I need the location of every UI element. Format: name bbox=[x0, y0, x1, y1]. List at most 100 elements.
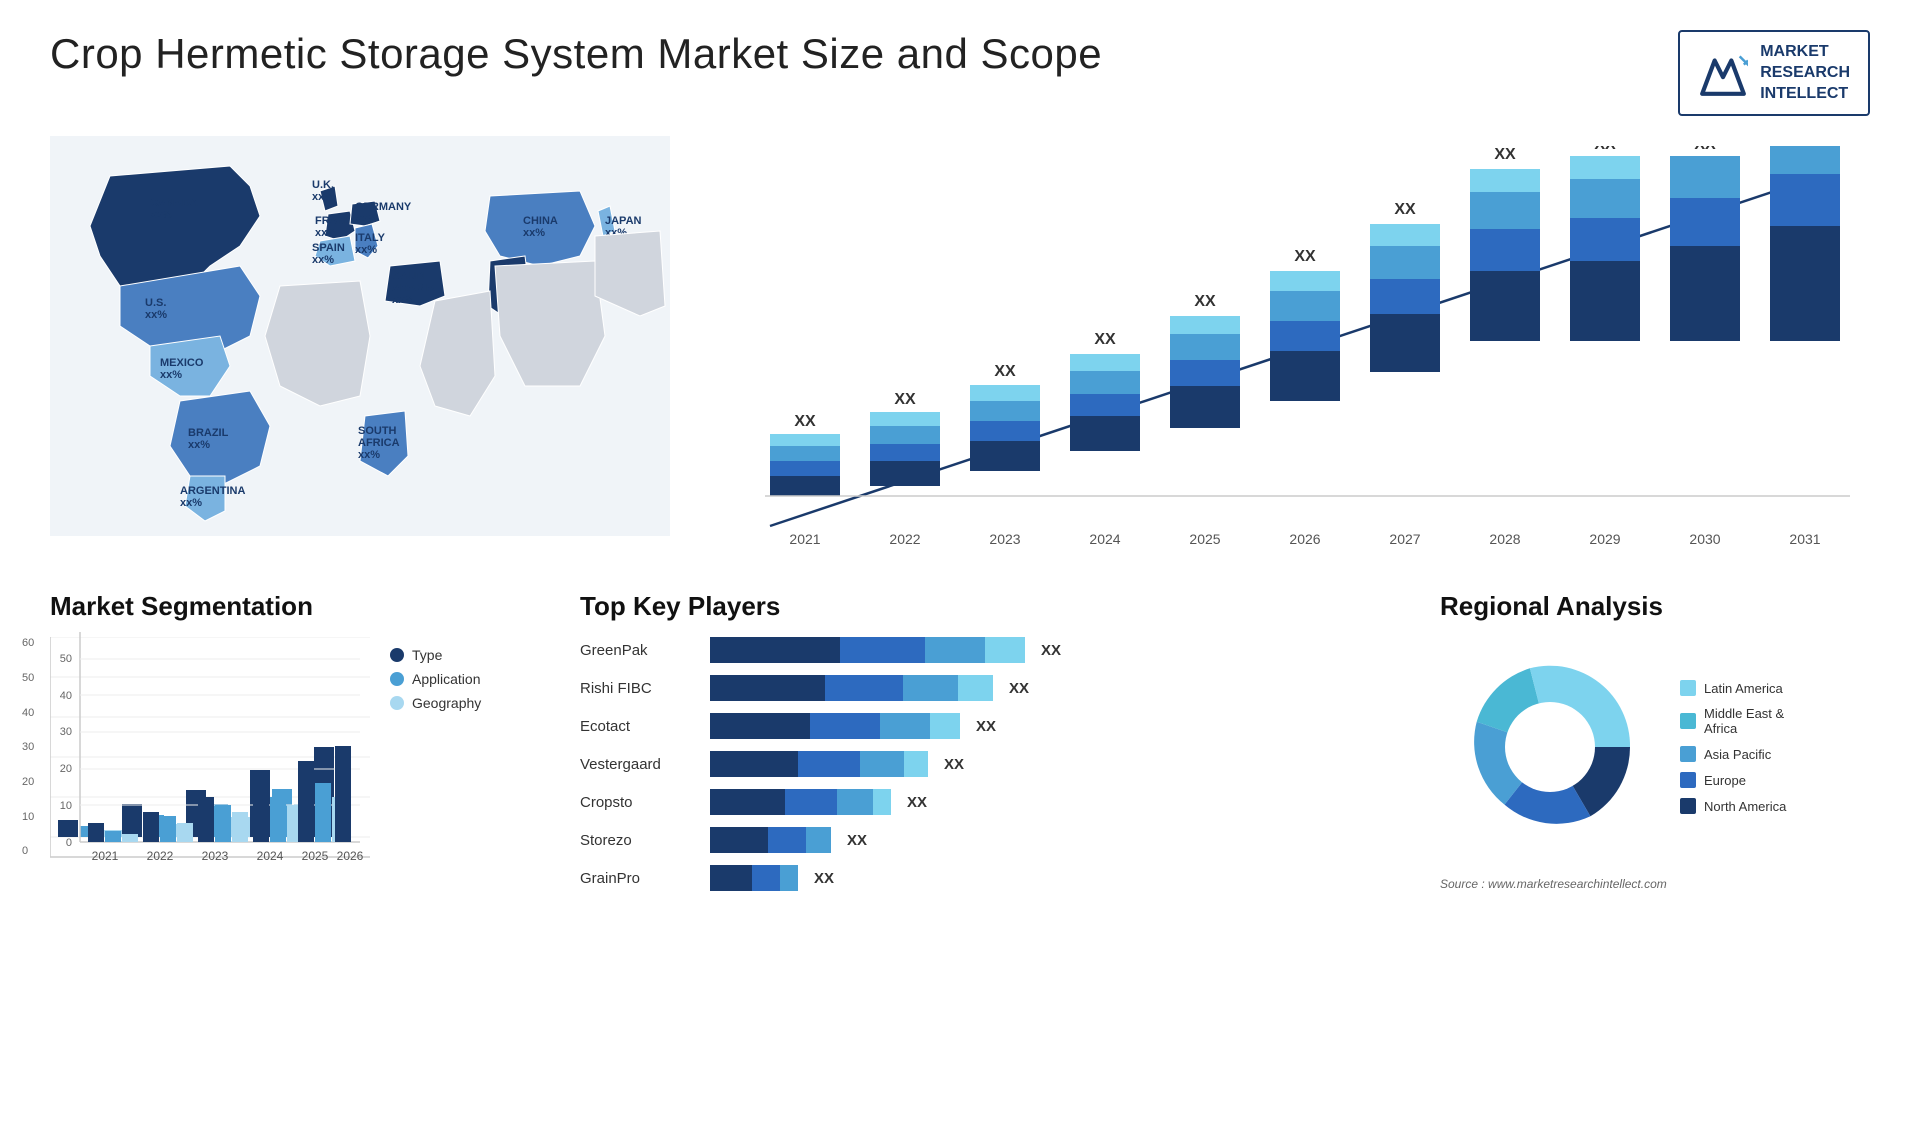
svg-text:BRAZIL: BRAZIL bbox=[188, 427, 229, 439]
svg-text:xx%: xx% bbox=[160, 369, 182, 381]
player-row-ecotact: Ecotact XX bbox=[580, 713, 1410, 739]
player-row-rishi: Rishi FIBC XX bbox=[580, 675, 1410, 701]
source-text: Source : www.marketresearchintellect.com bbox=[1440, 877, 1870, 891]
player-name-ecotact: Ecotact bbox=[580, 718, 700, 735]
svg-text:30: 30 bbox=[60, 726, 72, 738]
key-players-section: Top Key Players GreenPak XX bbox=[560, 591, 1410, 891]
svg-text:xx%: xx% bbox=[180, 497, 202, 509]
player-row-vestergaard: Vestergaard XX bbox=[580, 751, 1410, 777]
donut-container: Latin America Middle East &Africa Asia P… bbox=[1440, 637, 1870, 857]
player-bar-cropsto: XX bbox=[710, 789, 927, 815]
player-xx-cropsto: XX bbox=[907, 794, 927, 811]
page-container: Crop Hermetic Storage System Market Size… bbox=[0, 0, 1920, 1146]
legend-latin-america: Latin America bbox=[1680, 680, 1786, 696]
legend-ap-color bbox=[1680, 746, 1696, 762]
legend-type-label: Type bbox=[412, 647, 442, 663]
svg-text:2021: 2021 bbox=[92, 849, 119, 863]
growth-chart-svg: XX 2021 XX 2022 XX 2023 bbox=[690, 146, 1870, 566]
donut-chart-svg bbox=[1440, 637, 1660, 857]
svg-text:SAUDI: SAUDI bbox=[392, 270, 426, 282]
svg-text:2026: 2026 bbox=[337, 849, 364, 863]
world-map-section: CANADA xx% U.S. xx% MEXICO xx% BRAZIL xx… bbox=[50, 136, 670, 571]
segmentation-chart-svg2: 0 10 20 30 40 50 2021 2022 2023 2024 202… bbox=[50, 622, 370, 882]
player-bar-rishi: XX bbox=[710, 675, 1029, 701]
segmentation-title: Market Segmentation bbox=[50, 591, 530, 622]
player-xx-rishi: XX bbox=[1009, 680, 1029, 697]
legend-geo-label: Geography bbox=[412, 695, 481, 711]
header: Crop Hermetic Storage System Market Size… bbox=[50, 30, 1870, 116]
svg-text:SOUTH: SOUTH bbox=[358, 425, 397, 437]
player-row-greenpak: GreenPak XX bbox=[580, 637, 1410, 663]
svg-text:xx%: xx% bbox=[312, 254, 334, 266]
key-players-title: Top Key Players bbox=[580, 591, 1410, 622]
player-row-storezo: Storezo XX bbox=[580, 827, 1410, 853]
svg-text:2026: 2026 bbox=[1289, 531, 1320, 547]
legend-me-label: Middle East &Africa bbox=[1704, 706, 1784, 736]
svg-text:2027: 2027 bbox=[1389, 531, 1420, 547]
regional-title: Regional Analysis bbox=[1440, 591, 1870, 622]
regional-section: Regional Analysis bbox=[1440, 591, 1870, 891]
svg-text:xx%: xx% bbox=[392, 294, 414, 306]
svg-text:SPAIN: SPAIN bbox=[312, 242, 345, 254]
legend-eu-label: Europe bbox=[1704, 773, 1746, 788]
svg-text:10: 10 bbox=[60, 800, 72, 812]
player-name-rishi: Rishi FIBC bbox=[580, 680, 700, 697]
svg-text:20: 20 bbox=[60, 763, 72, 775]
players-list: GreenPak XX Rishi FIBC bbox=[580, 637, 1410, 891]
bar-chart-section: XX 2021 XX 2022 XX 2023 bbox=[690, 136, 1870, 571]
player-bar-greenpak: XX bbox=[710, 637, 1061, 663]
player-name-greenpak: GreenPak bbox=[580, 642, 700, 659]
svg-text:MEXICO: MEXICO bbox=[160, 357, 204, 369]
svg-text:40: 40 bbox=[60, 690, 72, 702]
player-xx-ecotact: XX bbox=[976, 718, 996, 735]
svg-text:XX: XX bbox=[1594, 146, 1616, 153]
legend-na-color bbox=[1680, 798, 1696, 814]
logo-area: MARKET RESEARCH INTELLECT bbox=[1678, 30, 1870, 116]
player-bar-ecotact: XX bbox=[710, 713, 996, 739]
player-bar-vestergaard: XX bbox=[710, 751, 964, 777]
svg-text:2030: 2030 bbox=[1689, 531, 1720, 547]
svg-text:xx%: xx% bbox=[355, 213, 377, 225]
svg-text:XX: XX bbox=[1394, 201, 1416, 218]
player-row-grainpro: GrainPro XX bbox=[580, 865, 1410, 891]
player-name-grainpro: GrainPro bbox=[580, 870, 700, 887]
svg-text:ARGENTINA: ARGENTINA bbox=[180, 485, 245, 497]
legend-application: Application bbox=[390, 671, 481, 687]
svg-text:XX: XX bbox=[794, 413, 816, 430]
legend-type-dot bbox=[390, 648, 404, 662]
legend-asia-pacific: Asia Pacific bbox=[1680, 746, 1786, 762]
legend-middle-east: Middle East &Africa bbox=[1680, 706, 1786, 736]
legend-ap-label: Asia Pacific bbox=[1704, 747, 1771, 762]
svg-text:2024: 2024 bbox=[257, 849, 284, 863]
legend-europe: Europe bbox=[1680, 772, 1786, 788]
svg-text:2029: 2029 bbox=[1589, 531, 1620, 547]
svg-text:2028: 2028 bbox=[1489, 531, 1520, 547]
svg-text:XX: XX bbox=[1094, 331, 1116, 348]
legend-geography: Geography bbox=[390, 695, 481, 711]
svg-text:50: 50 bbox=[60, 653, 72, 665]
svg-text:2022: 2022 bbox=[889, 531, 920, 547]
svg-text:XX: XX bbox=[894, 391, 916, 408]
player-name-cropsto: Cropsto bbox=[580, 794, 700, 811]
svg-text:xx%: xx% bbox=[315, 227, 337, 239]
segmentation-section: Market Segmentation 60 50 40 30 20 10 0 bbox=[50, 591, 530, 891]
svg-text:0: 0 bbox=[66, 837, 72, 849]
svg-text:xx%: xx% bbox=[358, 449, 380, 461]
svg-text:XX: XX bbox=[1294, 248, 1316, 265]
legend-latin-color bbox=[1680, 680, 1696, 696]
svg-text:2023: 2023 bbox=[989, 531, 1020, 547]
player-xx-vestergaard: XX bbox=[944, 756, 964, 773]
svg-text:XX: XX bbox=[1494, 146, 1516, 163]
regional-legend: Latin America Middle East &Africa Asia P… bbox=[1680, 680, 1786, 814]
svg-text:xx%: xx% bbox=[188, 439, 210, 451]
logo-text: MARKET RESEARCH INTELLECT bbox=[1760, 42, 1850, 104]
legend-me-color bbox=[1680, 713, 1696, 729]
svg-text:XX: XX bbox=[1694, 146, 1716, 153]
svg-text:CHINA: CHINA bbox=[523, 215, 558, 227]
svg-text:U.S.: U.S. bbox=[145, 297, 166, 309]
svg-text:JAPAN: JAPAN bbox=[605, 215, 642, 227]
player-xx-grainpro: XX bbox=[814, 870, 834, 887]
svg-text:AFRICA: AFRICA bbox=[358, 437, 400, 449]
svg-text:GERMANY: GERMANY bbox=[355, 201, 412, 213]
player-xx-storezo: XX bbox=[847, 832, 867, 849]
